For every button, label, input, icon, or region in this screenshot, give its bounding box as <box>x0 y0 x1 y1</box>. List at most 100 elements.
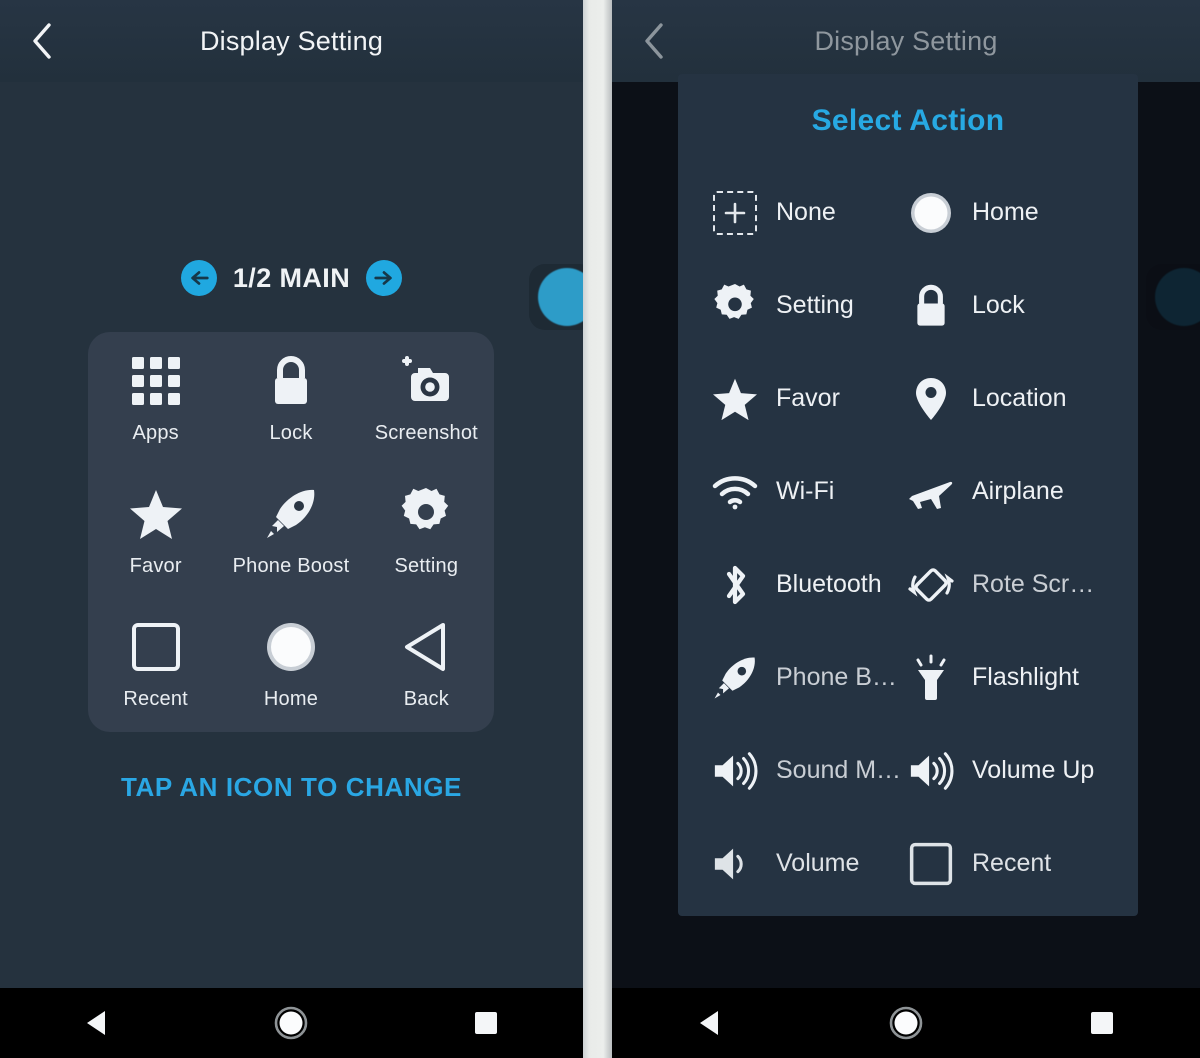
square-outline-icon <box>131 619 181 675</box>
arrow-right-icon <box>374 271 392 285</box>
chevron-left-icon <box>645 23 663 59</box>
circle-filled-icon <box>265 619 317 675</box>
panel-divider <box>583 0 612 1058</box>
circle-home-icon <box>889 1006 923 1040</box>
location-pin-icon <box>908 376 954 422</box>
action-option-recent[interactable]: Recent <box>908 817 1104 910</box>
square-recent-icon <box>474 1012 497 1034</box>
next-page-button[interactable] <box>366 260 403 296</box>
action-option-label: Wi-Fi <box>776 477 835 505</box>
square-outline-icon <box>908 841 954 887</box>
back-button[interactable] <box>18 16 66 66</box>
action-option-label: Recent <box>972 849 1052 877</box>
grid-item-label: Back <box>403 688 449 711</box>
circle-home-icon <box>275 1006 308 1040</box>
grid-item-apps[interactable]: Apps <box>88 332 223 465</box>
grid-item-back[interactable]: Back <box>359 599 494 732</box>
page-title: Display Setting <box>814 25 998 56</box>
action-option-none[interactable]: None <box>712 166 908 259</box>
nav-home-button[interactable] <box>246 988 336 1058</box>
grid-item-label: Home <box>263 688 319 711</box>
action-option-home[interactable]: Home <box>908 166 1104 259</box>
right-android-navbar <box>612 988 1200 1058</box>
nav-back-button[interactable] <box>52 988 142 1058</box>
arrow-left-icon <box>191 271 209 285</box>
grid-item-label: Recent <box>123 688 188 711</box>
action-option-flashlight[interactable]: Flashlight <box>908 631 1104 724</box>
action-option-volume[interactable]: Volume <box>712 817 908 910</box>
flashlight-icon <box>908 654 954 701</box>
star-icon <box>712 376 758 422</box>
right-phone-screen: Display Setting Select Action None Home … <box>612 0 1200 1058</box>
nav-home-button[interactable] <box>861 988 951 1058</box>
action-option-wifi[interactable]: Wi-Fi <box>712 445 908 538</box>
action-option-lock[interactable]: Lock <box>908 259 1104 352</box>
apps-grid-icon <box>130 353 182 409</box>
back-button[interactable] <box>630 16 678 66</box>
action-option-label: Volume <box>776 849 860 877</box>
grid-item-label: Phone Boost <box>232 554 350 577</box>
square-recent-icon <box>1091 1012 1113 1034</box>
right-top-bar: Display Setting <box>612 0 1200 82</box>
action-option-label: Home <box>972 198 1039 226</box>
grid-item-phone-boost[interactable]: Phone Boost <box>223 465 358 598</box>
grid-item-recent[interactable]: Recent <box>88 599 223 732</box>
action-option-setting[interactable]: Setting <box>712 259 908 352</box>
page-switcher: 1/2 MAIN <box>0 260 583 296</box>
grid-item-screenshot[interactable]: Screenshot <box>359 332 494 465</box>
grid-item-setting[interactable]: Setting <box>359 465 494 598</box>
select-action-dialog: Select Action None Home Setting Lock Fav… <box>678 74 1138 916</box>
action-option-location[interactable]: Location <box>908 352 1104 445</box>
star-icon <box>129 486 183 542</box>
lock-icon <box>268 353 314 409</box>
action-option-volume-up[interactable]: Volume Up <box>908 724 1104 817</box>
grid-item-label: Setting <box>394 554 459 577</box>
left-phone-screen: Display Setting 1/2 MAIN Apps Lock Scree… <box>0 0 583 1058</box>
dialog-title: Select Action <box>811 104 1005 137</box>
action-option-airplane[interactable]: Airplane <box>908 445 1104 538</box>
action-option-favor[interactable]: Favor <box>712 352 908 445</box>
action-option-label: Location <box>972 384 1067 412</box>
bluetooth-icon <box>712 562 758 608</box>
action-option-label: Bluetooth <box>776 570 882 598</box>
volume-icon <box>712 841 758 887</box>
action-option-rotate-screen[interactable]: Rote Scr… <box>908 538 1104 631</box>
triangle-back-icon <box>87 1011 106 1035</box>
action-option-label: None <box>776 198 836 226</box>
volume-icon <box>712 748 758 794</box>
rotate-screen-icon <box>908 562 954 608</box>
page-title: Display Setting <box>199 25 384 56</box>
action-option-label: Sound M… <box>776 756 902 784</box>
action-option-label: Volume Up <box>972 756 1095 784</box>
chevron-left-icon <box>33 23 51 59</box>
grid-item-favor[interactable]: Favor <box>88 465 223 598</box>
action-option-bluetooth[interactable]: Bluetooth <box>712 538 908 631</box>
nav-recent-button[interactable] <box>441 988 531 1058</box>
action-option-phone-boost[interactable]: Phone B… <box>712 631 908 724</box>
plus-dashed-box-icon <box>712 190 758 236</box>
screenshot-stage: Display Setting 1/2 MAIN Apps Lock Scree… <box>0 0 1200 1058</box>
action-option-label: Flashlight <box>972 663 1079 691</box>
camera-plus-icon <box>398 353 454 409</box>
grid-item-label: Screenshot <box>374 421 478 444</box>
grid-item-lock[interactable]: Lock <box>223 332 358 465</box>
page-indicator-label: 1/2 MAIN <box>232 262 351 293</box>
action-option-label: Rote Scr… <box>972 570 1095 598</box>
gear-icon <box>400 486 452 542</box>
action-option-sound-mode[interactable]: Sound M… <box>712 724 908 817</box>
grid-item-label: Lock <box>269 421 313 444</box>
left-top-bar: Display Setting <box>0 0 583 82</box>
circle-filled-icon <box>908 190 954 236</box>
nav-recent-button[interactable] <box>1057 988 1147 1058</box>
triangle-back-icon <box>700 1011 718 1035</box>
action-icon-grid: Apps Lock Screenshot Favor Phone Boost S… <box>88 332 494 732</box>
hint-text: TAP AN ICON TO CHANGE <box>121 772 462 802</box>
volume-icon <box>908 748 954 794</box>
lock-icon <box>908 283 954 329</box>
left-screen-body: 1/2 MAIN Apps Lock Screenshot Favor Phon… <box>0 82 583 988</box>
left-android-navbar <box>0 988 583 1058</box>
grid-item-home[interactable]: Home <box>223 599 358 732</box>
prev-page-button[interactable] <box>180 260 217 296</box>
triangle-left-icon <box>401 619 451 675</box>
nav-back-button[interactable] <box>665 988 755 1058</box>
